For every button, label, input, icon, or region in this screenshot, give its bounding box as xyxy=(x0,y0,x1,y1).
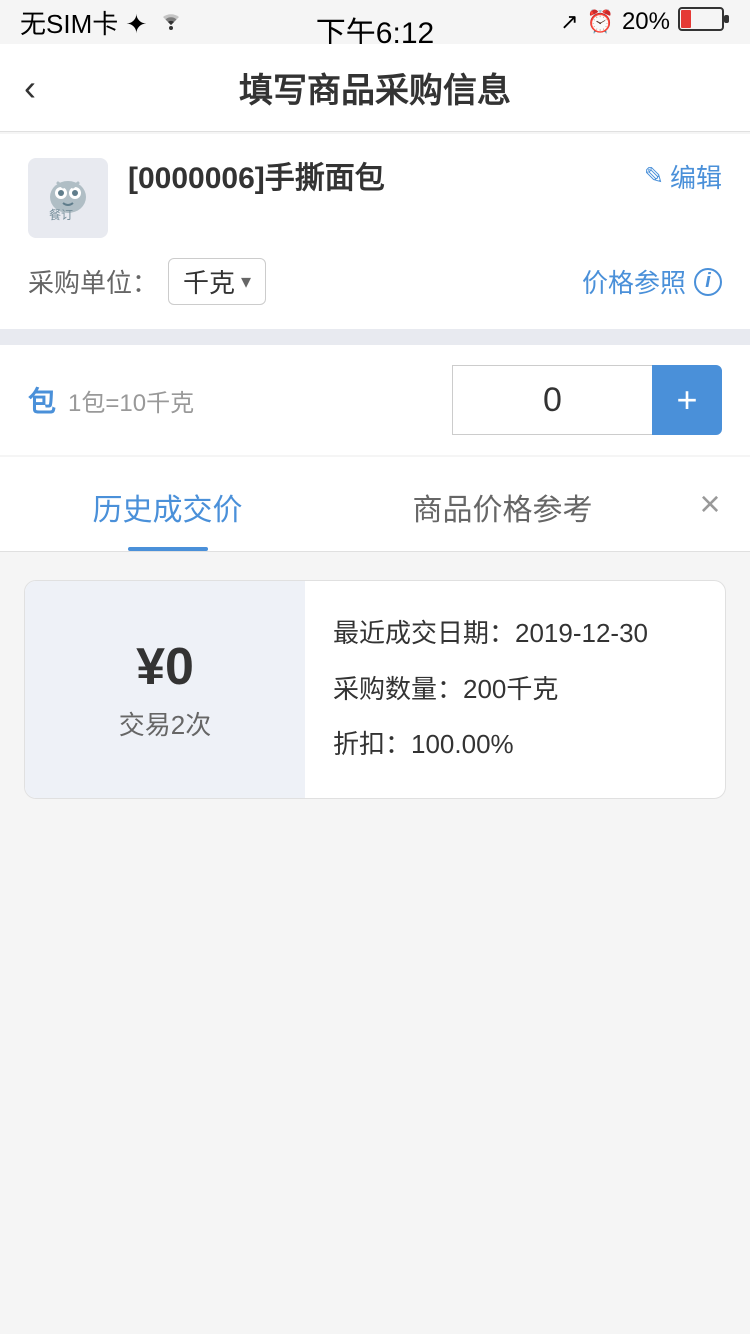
tab-price-ref-label: 商品价格参考 xyxy=(413,494,593,527)
transaction-container: ¥0 交易2次 最近成交日期：2019-12-30 采购数量：200千克 折扣：… xyxy=(0,552,750,827)
battery-percent: 20% xyxy=(622,8,670,36)
transaction-card: ¥0 交易2次 最近成交日期：2019-12-30 采购数量：200千克 折扣：… xyxy=(24,580,726,799)
tab-price-reference[interactable]: 商品价格参考 xyxy=(335,457,670,551)
discount-label: 折扣： xyxy=(333,729,411,759)
product-logo-icon: 餐订 xyxy=(41,167,95,230)
price-ref-label: 价格参照 xyxy=(582,263,686,300)
status-right: ↗ ⏰ 20% xyxy=(560,6,730,39)
nav-bar: ‹ 填写商品采购信息 xyxy=(0,44,750,132)
edit-icon: ✎ xyxy=(644,162,664,191)
status-carrier: 无SIM卡 ✦ xyxy=(20,4,187,41)
transaction-price: ¥0 xyxy=(136,637,194,697)
recent-date-value: 2019-12-30 xyxy=(515,618,648,648)
back-button[interactable]: ‹ xyxy=(24,67,36,109)
product-unit-row: 采购单位： 千克 ▾ 价格参照 i xyxy=(28,258,722,305)
alarm-icon: ⏰ xyxy=(587,9,614,35)
location-icon: ↗ xyxy=(560,9,578,35)
product-header: 餐订 [0000006]手撕面包 ✎ 编辑 xyxy=(28,158,722,238)
quantity-label-group: 包 1包=10千克 xyxy=(28,380,194,420)
transaction-discount-row: 折扣：100.00% xyxy=(333,724,697,766)
recent-date-label: 最近成交日期： xyxy=(333,618,515,648)
product-code-name: [0000006]手撕面包 xyxy=(128,158,385,200)
tab-history-label: 历史成交价 xyxy=(93,494,243,527)
unit-label-text: 采购单位： xyxy=(28,263,158,300)
transaction-count: 交易2次 xyxy=(119,705,211,742)
quantity-input-group: + xyxy=(452,365,722,435)
page-title: 填写商品采购信息 xyxy=(239,63,511,112)
product-left: 餐订 [0000006]手撕面包 xyxy=(28,158,385,238)
close-button[interactable]: × xyxy=(670,464,750,544)
unit-value: 千克 xyxy=(183,263,235,300)
quantity-input[interactable] xyxy=(452,365,652,435)
qty-value: 200千克 xyxy=(463,674,558,704)
unit-label: 采购单位： 千克 ▾ xyxy=(28,258,266,305)
section-divider xyxy=(0,329,750,345)
qty-unit-badge: 包 xyxy=(28,380,56,420)
wifi-icon xyxy=(155,7,187,38)
status-bar: 无SIM卡 ✦ 下午6:12 ↗ ⏰ 20% xyxy=(0,0,750,44)
quantity-row: 包 1包=10千克 + xyxy=(0,345,750,455)
tab-underline xyxy=(128,547,208,551)
info-icon: i xyxy=(694,268,722,296)
tab-bar: 历史成交价 商品价格参考 × xyxy=(0,457,750,552)
qty-label: 采购数量： xyxy=(333,674,463,704)
price-reference-button[interactable]: 价格参照 i xyxy=(582,263,722,300)
edit-button[interactable]: ✎ 编辑 xyxy=(644,158,722,195)
svg-text:餐订: 餐订 xyxy=(49,207,73,221)
transaction-left: ¥0 交易2次 xyxy=(25,581,305,798)
transaction-right: 最近成交日期：2019-12-30 采购数量：200千克 折扣：100.00% xyxy=(305,581,725,798)
qty-conversion: 1包=10千克 xyxy=(68,383,194,418)
battery-icon xyxy=(678,6,730,39)
chevron-down-icon: ▾ xyxy=(241,269,251,294)
plus-button[interactable]: + xyxy=(652,365,722,435)
edit-label: 编辑 xyxy=(670,158,722,195)
transaction-date-row: 最近成交日期：2019-12-30 xyxy=(333,613,697,655)
product-card: 餐订 [0000006]手撕面包 ✎ 编辑 采购单位： 千克 ▾ 价格参照 i xyxy=(0,134,750,329)
unit-select[interactable]: 千克 ▾ xyxy=(168,258,266,305)
product-info: [0000006]手撕面包 xyxy=(128,158,385,200)
discount-value: 100.00% xyxy=(411,729,514,759)
carrier-text: 无SIM卡 ✦ xyxy=(20,4,147,41)
tab-history-price[interactable]: 历史成交价 xyxy=(0,457,335,551)
transaction-qty-row: 采购数量：200千克 xyxy=(333,669,697,711)
product-thumbnail: 餐订 xyxy=(28,158,108,238)
